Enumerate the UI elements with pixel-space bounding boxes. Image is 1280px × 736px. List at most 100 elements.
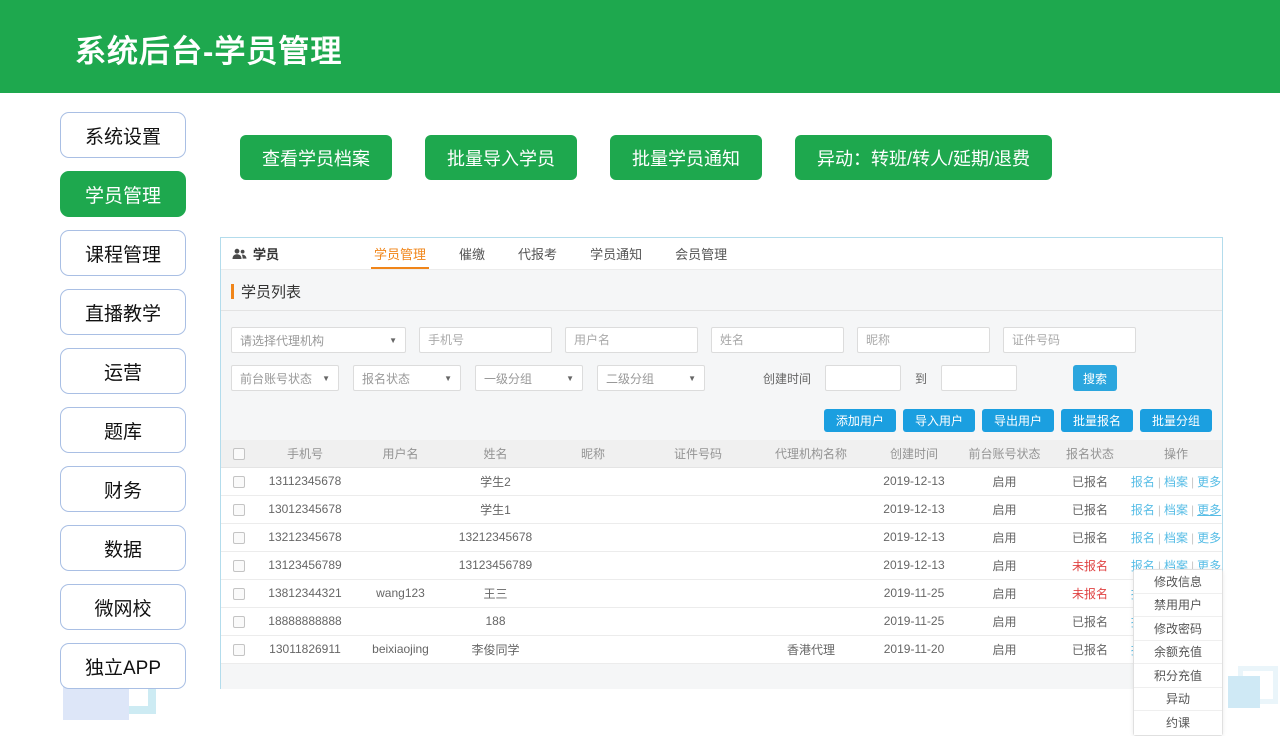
tab-1[interactable]: 催缴 [456,238,488,269]
row-operations: 报名|档案|更多 [1130,523,1222,551]
sidebar-item-9[interactable]: 独立APP [60,643,186,689]
column-header-0: 手机号 [257,440,353,467]
student-panel: 学员 学员管理催缴代报考学员通知会员管理 学员列表 请选择代理机构 ▼ 前台账号… [220,237,1223,689]
section-title: 学员列表 [241,281,301,302]
quick-action-button-1[interactable]: 批量导入学员 [425,135,577,180]
op-link-1[interactable]: 档案 [1164,475,1188,489]
module-title-label: 学员 [253,244,279,263]
chevron-down-icon: ▼ [566,374,574,383]
panel-body: 学员列表 请选择代理机构 ▼ 前台账号状态▼报名状态▼一级分组▼二级分组▼创建时… [221,270,1222,689]
op-link-2[interactable]: 更多 [1197,475,1221,489]
quick-actions: 查看学员档案批量导入学员批量学员通知异动：转班/转人/延期/退费 [240,135,1052,180]
table-row: 13123456789131234567892019-12-13启用未报名报名|… [221,551,1222,579]
search-button[interactable]: 搜索 [1073,365,1117,391]
column-header-7: 前台账号状态 [959,440,1050,467]
bulk-button-3[interactable]: 批量报名 [1061,409,1133,432]
quick-action-button-0[interactable]: 查看学员档案 [240,135,392,180]
table-body: 13112345678学生22019-12-13启用已报名报名|档案|更多130… [221,467,1222,663]
column-header-8: 报名状态 [1050,440,1130,467]
op-link-2[interactable]: 更多 [1197,531,1221,545]
select-all-header [221,440,257,467]
sidebar-item-3[interactable]: 直播教学 [60,289,186,335]
signup-status: 已报名 [1050,523,1130,551]
row-checkbox[interactable] [233,588,245,600]
sidebar-item-4[interactable]: 运营 [60,348,186,394]
menu-item-2[interactable]: 修改密码 [1134,617,1222,641]
chevron-down-icon: ▼ [389,336,397,345]
column-header-2: 姓名 [448,440,543,467]
filter-input-0[interactable] [419,327,552,353]
signup-status: 未报名 [1050,579,1130,607]
op-link-2[interactable]: 更多 [1197,503,1221,517]
bulk-button-4[interactable]: 批量分组 [1140,409,1212,432]
table-row: 13012345678学生12019-12-13启用已报名报名|档案|更多 [221,495,1222,523]
tab-0[interactable]: 学员管理 [371,238,429,269]
op-link-1[interactable]: 档案 [1164,503,1188,517]
created-to-input[interactable] [941,365,1017,391]
menu-item-0[interactable]: 修改信息 [1134,570,1222,594]
module-title: 学员 [232,244,279,263]
quick-action-button-2[interactable]: 批量学员通知 [610,135,762,180]
row-checkbox[interactable] [233,476,245,488]
sidebar-item-1[interactable]: 学员管理 [60,171,186,217]
row-operations: 报名|档案|更多 [1130,467,1222,495]
page-banner: 系统后台-学员管理 [0,0,1280,93]
filter-select-2[interactable]: 一级分组▼ [475,365,583,391]
filter-select-1[interactable]: 报名状态▼ [353,365,461,391]
column-header-6: 创建时间 [869,440,959,467]
column-header-5: 代理机构名称 [753,440,869,467]
op-link-0[interactable]: 报名 [1131,531,1155,545]
agency-select[interactable]: 请选择代理机构 ▼ [231,327,406,353]
sidebar-item-6[interactable]: 财务 [60,466,186,512]
signup-status: 已报名 [1050,495,1130,523]
table-row: 13112345678学生22019-12-13启用已报名报名|档案|更多 [221,467,1222,495]
op-link-0[interactable]: 报名 [1131,475,1155,489]
filter-row-1: 请选择代理机构 ▼ [221,311,1222,353]
filter-select-0[interactable]: 前台账号状态▼ [231,365,339,391]
menu-item-3[interactable]: 余额充值 [1134,641,1222,665]
signup-status: 未报名 [1050,551,1130,579]
sidebar-item-7[interactable]: 数据 [60,525,186,571]
tab-4[interactable]: 会员管理 [672,238,730,269]
quick-action-button-3[interactable]: 异动：转班/转人/延期/退费 [795,135,1052,180]
menu-item-6[interactable]: 约课 [1134,711,1222,735]
table-row: 188888888881882019-11-25启用已报名报名|档案|更多 [221,607,1222,635]
decor-square-fill-bottom-right [1228,676,1260,708]
op-link-1[interactable]: 档案 [1164,531,1188,545]
filter-input-1[interactable] [565,327,698,353]
op-link-0[interactable]: 报名 [1131,503,1155,517]
menu-item-1[interactable]: 禁用用户 [1134,594,1222,618]
page-title: 系统后台-学员管理 [75,26,342,71]
menu-item-4[interactable]: 积分充值 [1134,664,1222,688]
table-header-row: 手机号用户名姓名昵称证件号码代理机构名称创建时间前台账号状态报名状态操作 [221,440,1222,467]
bulk-button-2[interactable]: 导出用户 [982,409,1054,432]
section-accent-bar [231,284,234,299]
column-header-1: 用户名 [353,440,448,467]
filter-select-3[interactable]: 二级分组▼ [597,365,705,391]
table-row: 13812344321wang123王三2019-11-25启用未报名报名|档案… [221,579,1222,607]
row-checkbox[interactable] [233,616,245,628]
row-checkbox[interactable] [233,560,245,572]
row-checkbox[interactable] [233,532,245,544]
filter-input-4[interactable] [1003,327,1136,353]
bulk-button-1[interactable]: 导入用户 [903,409,975,432]
row-checkbox[interactable] [233,644,245,656]
tab-3[interactable]: 学员通知 [587,238,645,269]
select-all-checkbox[interactable] [233,448,245,460]
table-row: 13212345678132123456782019-12-13启用已报名报名|… [221,523,1222,551]
menu-item-5[interactable]: 异动 [1134,688,1222,712]
sidebar-item-2[interactable]: 课程管理 [60,230,186,276]
sidebar-item-0[interactable]: 系统设置 [60,112,186,158]
chevron-down-icon: ▼ [444,374,452,383]
sidebar-item-8[interactable]: 微网校 [60,584,186,630]
tab-2[interactable]: 代报考 [515,238,560,269]
filter-input-3[interactable] [857,327,990,353]
bulk-button-0[interactable]: 添加用户 [824,409,896,432]
more-actions-menu: 修改信息禁用用户修改密码余额充值积分充值异动约课 [1133,569,1223,736]
section-head: 学员列表 [221,270,1222,311]
filter-input-2[interactable] [711,327,844,353]
row-checkbox[interactable] [233,504,245,516]
created-from-input[interactable] [825,365,901,391]
chevron-down-icon: ▼ [688,374,696,383]
sidebar-item-5[interactable]: 题库 [60,407,186,453]
